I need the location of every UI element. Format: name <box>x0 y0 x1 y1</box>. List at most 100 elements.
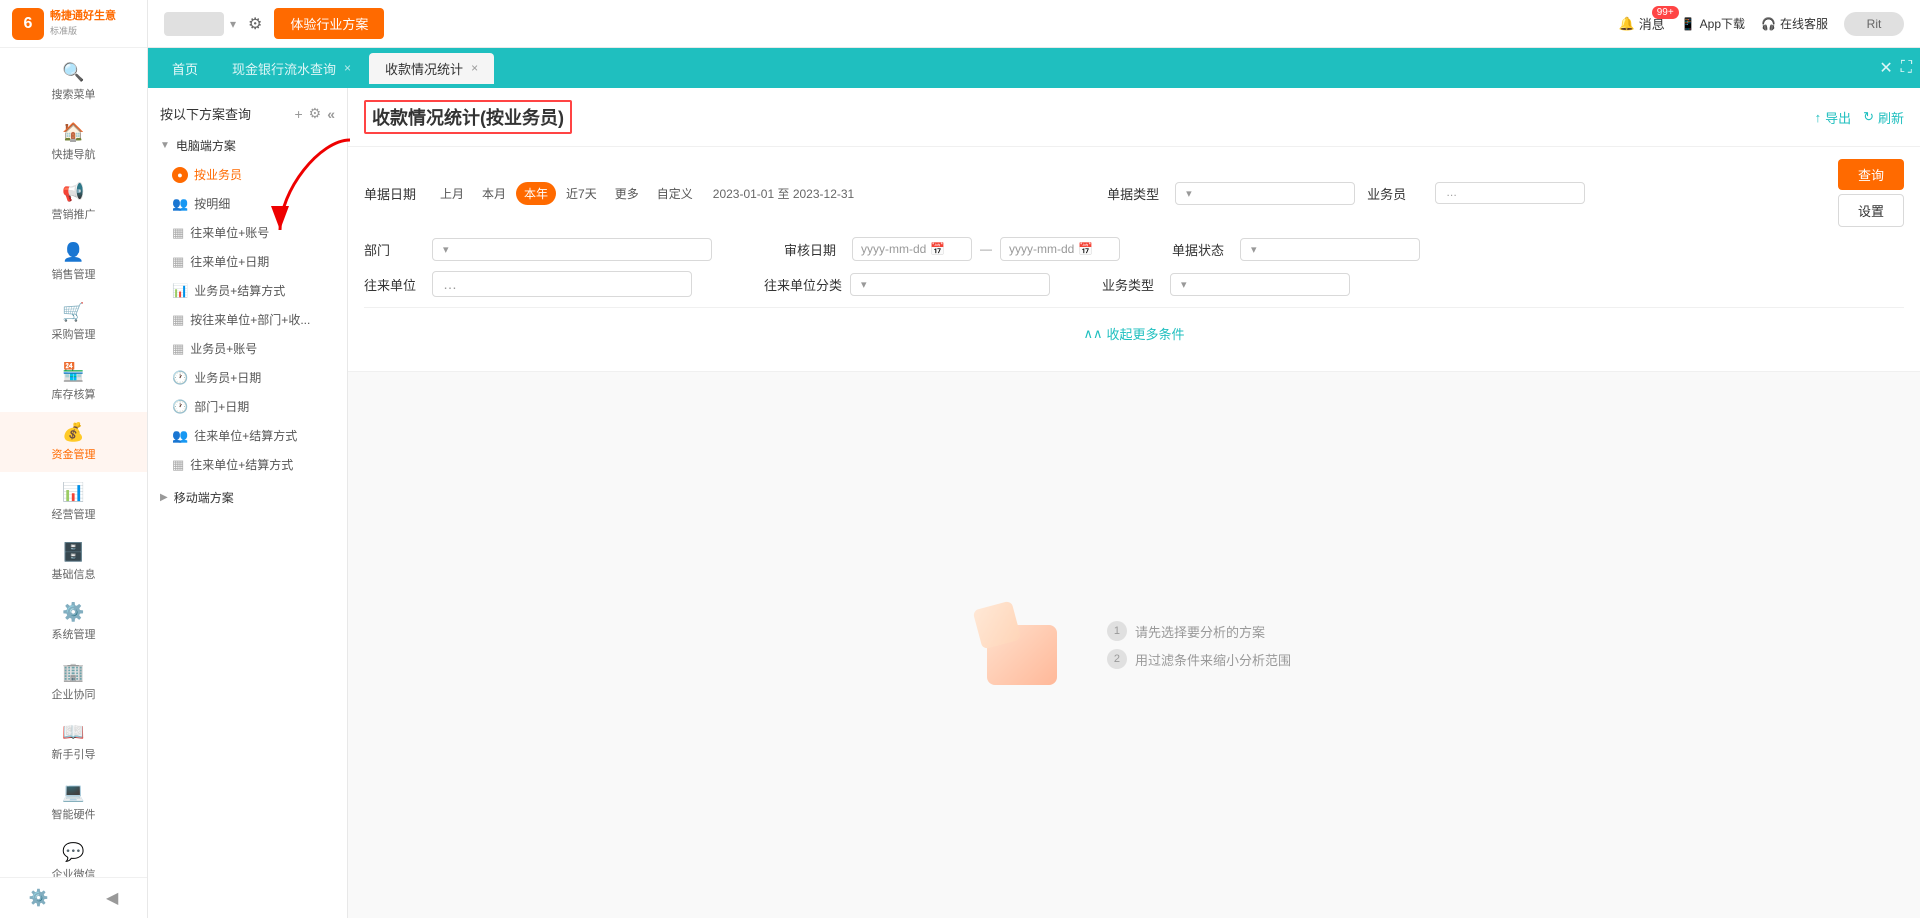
online-service-button[interactable]: 🎧 在线客服 <box>1761 15 1828 32</box>
review-date-to[interactable]: yyyy-mm-dd 📅 <box>1000 237 1120 261</box>
user-name-badge[interactable]: Rit <box>1844 12 1904 36</box>
tab-bank-close-icon[interactable]: × <box>344 61 351 75</box>
date-tab-custom[interactable]: 自定义 <box>649 182 701 205</box>
tab-bank[interactable]: 现金银行流水查询 × <box>216 53 367 84</box>
topbar-right: 🔔 消息 99+ 📱 App下载 🎧 在线客服 Rit <box>1619 12 1904 36</box>
filter-row-2: 部门 ▾ 审核日期 yyyy-mm-dd 📅 — yyyy-mm <box>364 237 1904 261</box>
salesman-select[interactable]: … <box>1435 182 1585 204</box>
table-icon-4: ▦ <box>172 341 184 357</box>
counterparty-select[interactable]: … <box>432 271 692 297</box>
dept-select[interactable]: ▾ <box>432 238 712 261</box>
user-chevron-icon[interactable]: ▾ <box>230 17 236 31</box>
plan-item-salesman-settlement[interactable]: 📊 业务员+结算方式 <box>148 276 347 305</box>
tab-collection-close-icon[interactable]: × <box>471 61 478 75</box>
plan-group-mobile-title[interactable]: ▶ 移动端方案 <box>148 483 347 512</box>
sidebar-item-finance[interactable]: 💰 资金管理 <box>0 412 147 472</box>
sidebar-item-quicknav[interactable]: 🏠 快捷导航 <box>0 112 147 172</box>
sidebar-item-label: 快捷导航 <box>52 146 96 162</box>
sidebar-item-label: 经营管理 <box>52 506 96 522</box>
gear-icon[interactable]: ⚙ <box>248 14 262 34</box>
refresh-button[interactable]: ↻ 刷新 <box>1863 108 1904 127</box>
app-download-button[interactable]: 📱 App下载 <box>1681 15 1745 32</box>
counterparty-filter: 往来单位 … <box>364 271 692 297</box>
plan-group-desktop-title[interactable]: ▼ 电脑端方案 <box>148 131 347 160</box>
add-plan-icon[interactable]: + <box>294 106 302 122</box>
voucher-type-chevron-icon: ▾ <box>1186 187 1192 200</box>
marketing-icon: 📢 <box>62 182 84 203</box>
sidebar-item-purchase[interactable]: 🛒 采购管理 <box>0 292 147 352</box>
counterparty-cat-filter: 往来单位分类 ▾ <box>764 273 1050 296</box>
sidebar-item-inventory[interactable]: 🏪 库存核算 <box>0 352 147 412</box>
finance-icon: 💰 <box>62 422 84 443</box>
calendar-icon-2: 📅 <box>1078 242 1093 256</box>
sidebar-item-enterprise[interactable]: 🏢 企业协同 <box>0 652 147 712</box>
sidebar-item-search[interactable]: 🔍 搜索菜单 <box>0 52 147 112</box>
plan-item-salesman-date[interactable]: 🕐 业务员+日期 <box>148 363 347 392</box>
sidebar-item-marketing[interactable]: 📢 营销推广 <box>0 172 147 232</box>
query-button[interactable]: 查询 <box>1838 159 1904 190</box>
settings-bottom-icon[interactable]: ⚙️ <box>29 888 49 908</box>
panel-header: 按以下方案查询 + ⚙ « <box>148 96 347 131</box>
plan-item-counterparty-date[interactable]: ▦ 往来单位+日期 <box>148 247 347 276</box>
review-date-filter: 审核日期 yyyy-mm-dd 📅 — yyyy-mm-dd 📅 <box>784 237 1120 261</box>
tab-home-label: 首页 <box>172 59 198 78</box>
date-tab-last-month[interactable]: 上月 <box>432 182 472 205</box>
plan-item-counterparty-settlement-2[interactable]: ▦ 往来单位+结算方式 <box>148 450 347 479</box>
business-type-select[interactable]: ▾ <box>1170 273 1350 296</box>
sidebar-item-system[interactable]: ⚙️ 系统管理 <box>0 592 147 652</box>
close-window-icon[interactable]: ✕ <box>1879 58 1892 78</box>
sidebar-item-guide[interactable]: 📖 新手引导 <box>0 712 147 772</box>
plan-item-by-detail[interactable]: 👥 按明细 <box>148 189 347 218</box>
left-panel: 按以下方案查询 + ⚙ « ▼ 电脑端方案 ● 按业务员 👥 <box>148 88 348 918</box>
trial-button[interactable]: 体验行业方案 <box>274 8 384 39</box>
date-tab-7days[interactable]: 近7天 <box>558 182 605 205</box>
sidebar-item-business[interactable]: 📊 经营管理 <box>0 472 147 532</box>
review-date-from[interactable]: yyyy-mm-dd 📅 <box>852 237 972 261</box>
sidebar-item-label: 营销推广 <box>52 206 96 222</box>
counterparty-cat-select[interactable]: ▾ <box>850 273 1050 296</box>
date-label: 单据日期 <box>364 184 424 203</box>
collapse-sidebar-icon[interactable]: ◀ <box>106 888 118 908</box>
sidebar-item-hardware[interactable]: 💻 智能硬件 <box>0 772 147 832</box>
page-actions: ↑ 导出 ↻ 刷新 <box>1815 108 1904 127</box>
plan-item-counterparty-account[interactable]: ▦ 往来单位+账号 <box>148 218 347 247</box>
collapse-more-button[interactable]: ∧∧ 收起更多条件 <box>364 316 1904 351</box>
export-button[interactable]: ↑ 导出 <box>1815 108 1852 127</box>
plan-item-counterparty-settlement-1[interactable]: 👥 往来单位+结算方式 <box>148 421 347 450</box>
tab-collection[interactable]: 收款情况统计 × <box>369 53 494 84</box>
date-tabs: 上月 本月 本年 近7天 更多 自定义 <box>432 182 701 205</box>
plan-item-dept-date[interactable]: 🕐 部门+日期 <box>148 392 347 421</box>
maximize-icon[interactable]: ⛶ <box>1901 59 1912 77</box>
purchase-icon: 🛒 <box>62 302 84 323</box>
date-tab-this-month[interactable]: 本月 <box>474 182 514 205</box>
dept-label: 部门 <box>364 240 424 259</box>
voucher-type-select[interactable]: ▾ <box>1175 182 1355 205</box>
message-button[interactable]: 🔔 消息 99+ <box>1619 14 1665 33</box>
inventory-icon: 🏪 <box>62 362 84 383</box>
logo-icon: 6 <box>12 8 44 40</box>
voucher-status-select[interactable]: ▾ <box>1240 238 1420 261</box>
collapse-panel-icon[interactable]: « <box>327 106 335 122</box>
date-tab-more[interactable]: 更多 <box>607 182 647 205</box>
detail-icon: 👥 <box>172 196 188 212</box>
sidebar-item-wechat[interactable]: 💬 企业微信 <box>0 832 147 877</box>
main-area: ▾ ⚙ 体验行业方案 🔔 消息 99+ 📱 App下载 🎧 在线客服 Rit <box>148 0 1920 918</box>
empty-state: 1 请先选择要分析的方案 2 用过滤条件来缩小分析范围 <box>348 372 1920 918</box>
sidebar-item-sales[interactable]: 👤 销售管理 <box>0 232 147 292</box>
tab-home[interactable]: 首页 <box>156 53 214 84</box>
plan-item-salesman-account[interactable]: ▦ 业务员+账号 <box>148 334 347 363</box>
step-1-number: 1 <box>1107 621 1127 641</box>
voucher-type-label: 单据类型 <box>1107 184 1167 203</box>
calendar-icon-1: 📅 <box>930 242 945 256</box>
business-type-chevron-icon: ▾ <box>1181 278 1187 291</box>
plan-item-by-salesman[interactable]: ● 按业务员 <box>148 160 347 189</box>
chevron-up-icon: ∧∧ <box>1083 326 1102 342</box>
counterparty-label: 往来单位 <box>364 275 424 294</box>
sidebar-item-basic[interactable]: 🗄️ 基础信息 <box>0 532 147 592</box>
dept-chevron-icon: ▾ <box>443 243 449 256</box>
plan-setting-icon[interactable]: ⚙ <box>309 105 322 122</box>
settings-button[interactable]: 设置 <box>1838 194 1904 227</box>
home-icon: 🏠 <box>62 122 84 143</box>
plan-item-counterparty-dept[interactable]: ▦ 按往来单位+部门+收... <box>148 305 347 334</box>
date-tab-this-year[interactable]: 本年 <box>516 182 556 205</box>
